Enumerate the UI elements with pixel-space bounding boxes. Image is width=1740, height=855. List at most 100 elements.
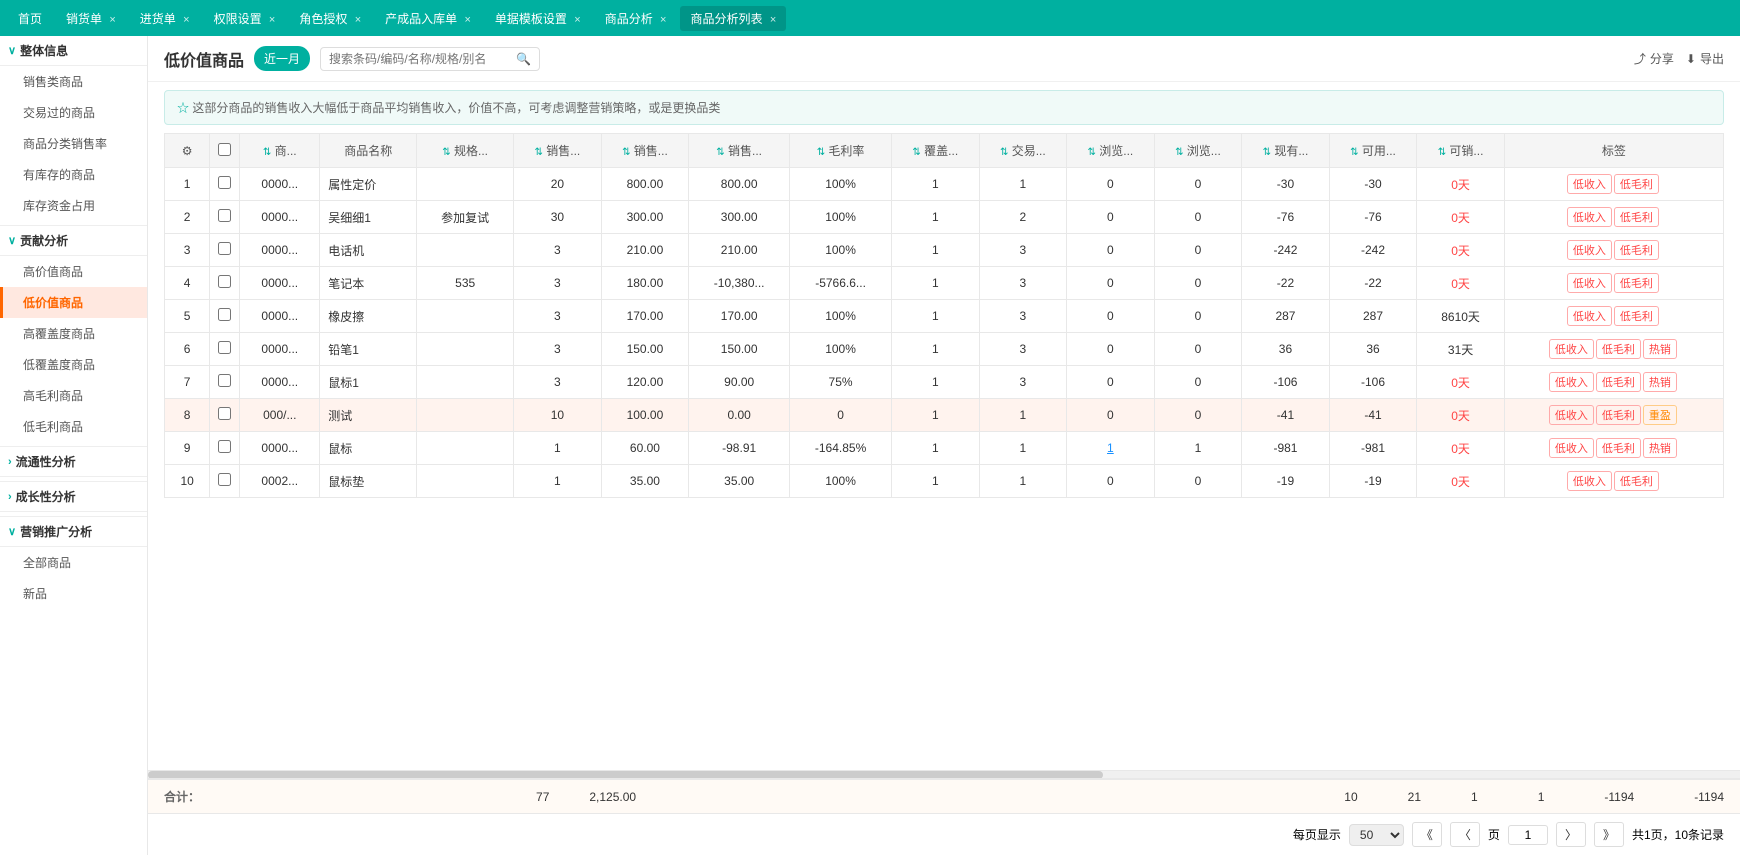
sidebar-item-capital[interactable]: 库存资金占用 (0, 190, 147, 221)
row-check[interactable] (218, 176, 231, 189)
sidebar-item-low-value[interactable]: 低价值商品 (0, 287, 147, 318)
col-sale1[interactable]: ⇅ 销售... (601, 134, 689, 168)
row-cover: 1 (892, 465, 980, 498)
nav-analysis-list[interactable]: 商品分析列表 × (680, 6, 786, 31)
row-checkbox[interactable] (210, 432, 240, 465)
sidebar-item-new-products[interactable]: 新品 (0, 578, 147, 609)
col-gross[interactable]: ⇅ 毛利率 (790, 134, 892, 168)
sidebar-item-low-gross[interactable]: 低毛利商品 (0, 411, 147, 442)
row-checkbox[interactable] (210, 201, 240, 234)
col-code[interactable]: ⇅ 商... (240, 134, 320, 168)
export-button[interactable]: ⬇ 导出 (1686, 50, 1724, 67)
close-icon[interactable]: × (770, 14, 776, 26)
sidebar-item-stocked[interactable]: 有库存的商品 (0, 159, 147, 190)
col-spec[interactable]: ⇅ 规格... (417, 134, 514, 168)
row-check[interactable] (218, 308, 231, 321)
col-view2[interactable]: ⇅ 浏览... (1154, 134, 1242, 168)
close-icon[interactable]: × (464, 14, 470, 26)
settings-icon[interactable]: ⚙ (182, 144, 193, 158)
nav-roles[interactable]: 角色授权 × (289, 6, 371, 31)
col-sale2[interactable]: ⇅ 销售... (689, 134, 790, 168)
row-checkbox[interactable] (210, 267, 240, 300)
view-link[interactable]: 1 (1107, 441, 1114, 455)
row-view1: 0 (1067, 399, 1155, 432)
search-input[interactable] (329, 52, 512, 66)
row-checkbox[interactable] (210, 366, 240, 399)
row-checkbox[interactable] (210, 234, 240, 267)
row-view1[interactable]: 1 (1067, 432, 1155, 465)
prev-page-btn[interactable]: 〈 (1450, 822, 1480, 847)
sidebar-item-low-coverage[interactable]: 低覆盖度商品 (0, 349, 147, 380)
nav-sales[interactable]: 销货单 × (56, 6, 126, 31)
search-icon[interactable]: 🔍 (516, 52, 531, 66)
col-qty[interactable]: ⇅ 销售... (514, 134, 602, 168)
row-checkbox[interactable] (210, 168, 240, 201)
row-checkbox[interactable] (210, 399, 240, 432)
sidebar-item-sales-products[interactable]: 销售类商品 (0, 66, 147, 97)
next-page-btn[interactable]: 〉 (1556, 822, 1586, 847)
close-icon[interactable]: × (183, 14, 189, 26)
col-checkbox[interactable] (210, 134, 240, 168)
filter-month-btn[interactable]: 近一月 (254, 46, 310, 71)
table-row: 2 0000... 吴细细1 参加复试 30 300.00 300.00 100… (165, 201, 1724, 234)
row-view2: 0 (1154, 366, 1242, 399)
row-sale2: 0.00 (689, 399, 790, 432)
row-check[interactable] (218, 209, 231, 222)
row-spec: 参加复试 (417, 201, 514, 234)
nav-analysis[interactable]: 商品分析 × (595, 6, 677, 31)
close-icon[interactable]: × (355, 14, 361, 26)
row-cover: 1 (892, 300, 980, 333)
sidebar-item-high-value[interactable]: 高价值商品 (0, 256, 147, 287)
scroll-bar[interactable] (148, 770, 1740, 778)
row-code: 0000... (240, 267, 320, 300)
search-box[interactable]: 🔍 (320, 47, 540, 71)
first-page-btn[interactable]: 《 (1412, 822, 1442, 847)
row-avail: 36 (1329, 333, 1417, 366)
chevron-right-icon[interactable]: › (8, 456, 12, 468)
row-check[interactable] (218, 440, 231, 453)
row-checkbox[interactable] (210, 333, 240, 366)
row-check[interactable] (218, 275, 231, 288)
nav-template[interactable]: 单据模板设置 × (485, 6, 591, 31)
row-code: 0000... (240, 300, 320, 333)
sidebar-item-all-products[interactable]: 全部商品 (0, 547, 147, 578)
close-icon[interactable]: × (109, 14, 115, 26)
row-check[interactable] (218, 341, 231, 354)
chevron-down-icon-3[interactable]: ∨ (8, 525, 16, 538)
table-container[interactable]: ⚙ ⇅ 商... 商品名称 ⇅ 规格... ⇅ 销售... ⇅ 销售... ⇅ … (148, 133, 1740, 770)
nav-purchase[interactable]: 进货单 × (130, 6, 200, 31)
page-input[interactable] (1508, 825, 1548, 845)
close-icon[interactable]: × (660, 14, 666, 26)
row-checkbox[interactable] (210, 300, 240, 333)
col-sellable[interactable]: ⇅ 可销... (1417, 134, 1505, 168)
share-button[interactable]: ⤴ 分享 (1634, 50, 1674, 67)
nav-home[interactable]: 首页 (8, 6, 52, 31)
close-icon[interactable]: × (269, 14, 275, 26)
row-check[interactable] (218, 473, 231, 486)
col-stock[interactable]: ⇅ 现有... (1242, 134, 1330, 168)
sidebar-item-high-gross[interactable]: 高毛利商品 (0, 380, 147, 411)
col-cover[interactable]: ⇅ 覆盖... (892, 134, 980, 168)
page-size-select[interactable]: 50 100 200 (1349, 824, 1404, 846)
nav-products-in[interactable]: 产成品入库单 × (375, 6, 481, 31)
chevron-right-icon-2[interactable]: › (8, 491, 12, 503)
close-icon[interactable]: × (574, 14, 580, 26)
col-trade[interactable]: ⇅ 交易... (979, 134, 1067, 168)
col-settings[interactable]: ⚙ (165, 134, 210, 168)
chevron-down-icon[interactable]: ∨ (8, 44, 16, 57)
row-check[interactable] (218, 374, 231, 387)
col-avail[interactable]: ⇅ 可用... (1329, 134, 1417, 168)
last-page-btn[interactable]: 》 (1594, 822, 1624, 847)
row-sellable: 0天 (1417, 201, 1505, 234)
sidebar-item-high-coverage[interactable]: 高覆盖度商品 (0, 318, 147, 349)
sidebar-item-traded[interactable]: 交易过的商品 (0, 97, 147, 128)
select-all-checkbox[interactable] (218, 143, 231, 156)
sidebar-item-category-sales[interactable]: 商品分类销售率 (0, 128, 147, 159)
nav-permissions[interactable]: 权限设置 × (204, 6, 286, 31)
row-check[interactable] (218, 242, 231, 255)
col-view1[interactable]: ⇅ 浏览... (1067, 134, 1155, 168)
row-checkbox[interactable] (210, 465, 240, 498)
footer-qty: 77 (536, 790, 549, 804)
row-check[interactable] (218, 407, 231, 420)
chevron-down-icon-2[interactable]: ∨ (8, 234, 16, 247)
